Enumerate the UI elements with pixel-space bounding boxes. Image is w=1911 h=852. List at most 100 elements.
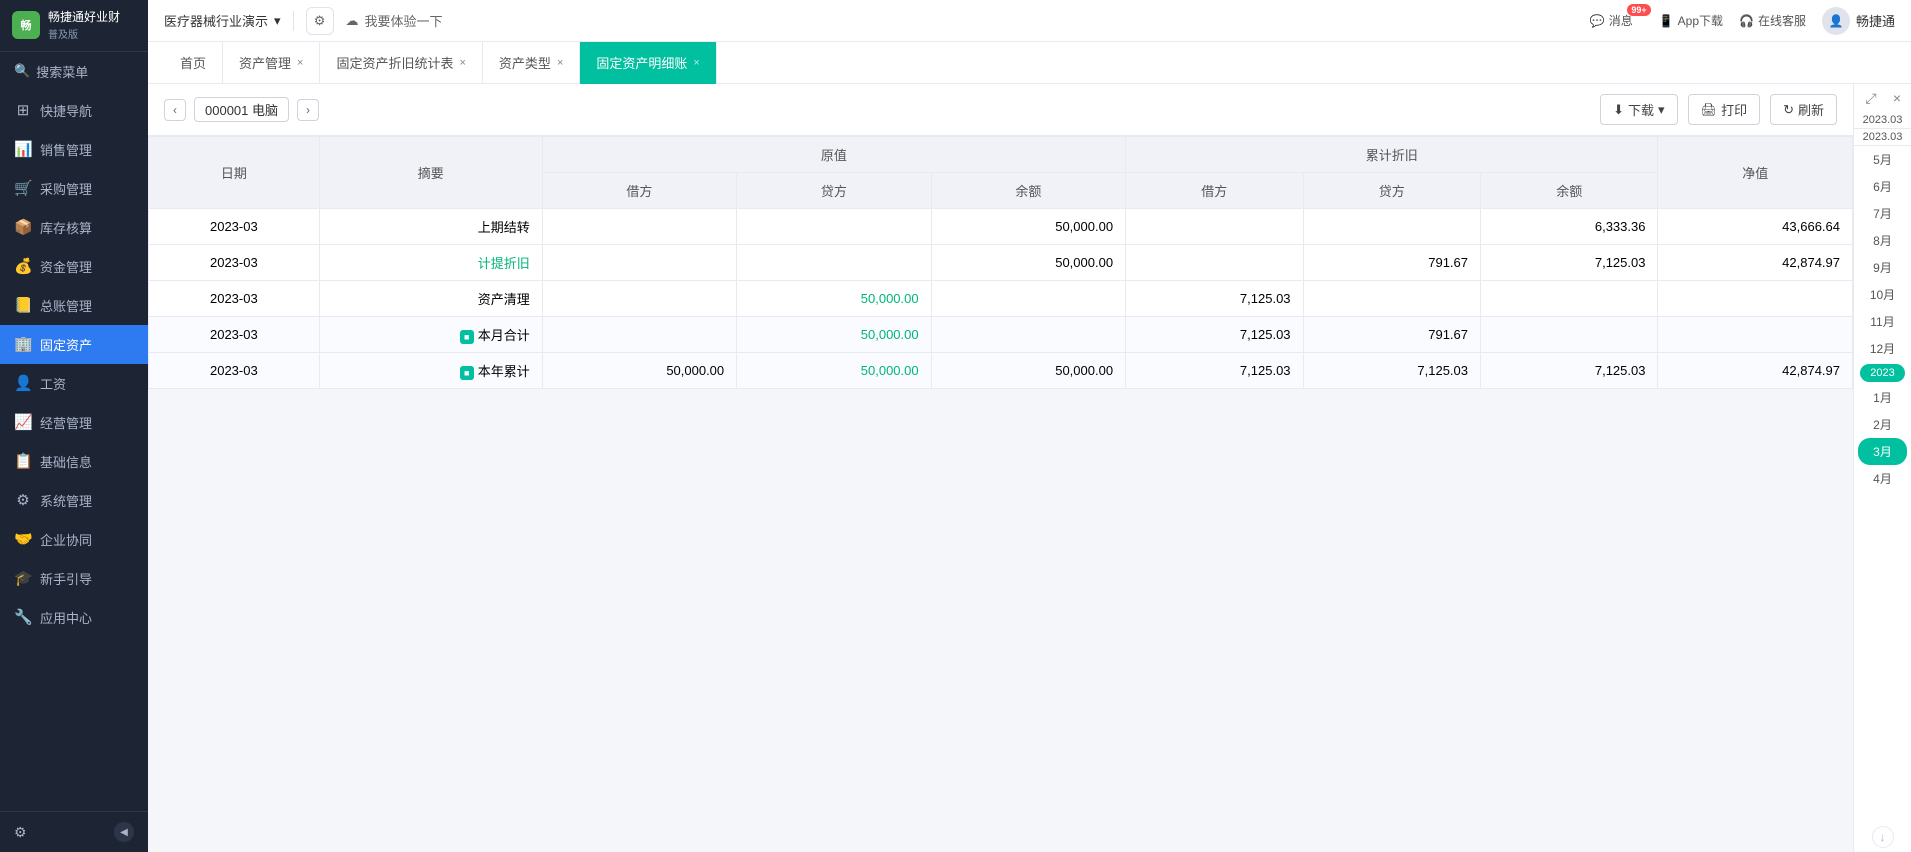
timeline-month-6[interactable]: 6月 bbox=[1854, 173, 1911, 200]
timeline-expand-btn[interactable]: ⤢ bbox=[1861, 88, 1881, 108]
cell-orig-balance bbox=[931, 317, 1125, 353]
timeline-month-2[interactable]: 2月 bbox=[1854, 411, 1911, 438]
cell-acc-credit bbox=[1303, 209, 1480, 245]
sidebar-item-quick-nav[interactable]: ⊞ 快捷导航 bbox=[0, 91, 148, 130]
tab-depreciation-table[interactable]: 固定资产折旧统计表 × bbox=[320, 42, 482, 84]
app-download-btn[interactable]: 📱 App下载 bbox=[1659, 12, 1723, 29]
message-icon: 💬 bbox=[1590, 14, 1605, 28]
col-acc-debit: 借方 bbox=[1126, 173, 1303, 209]
cell-orig-debit bbox=[542, 281, 736, 317]
sidebar-item-ledger[interactable]: 📒 总账管理 bbox=[0, 286, 148, 325]
sidebar-item-purchase[interactable]: 🛒 采购管理 bbox=[0, 169, 148, 208]
col-date: 日期 bbox=[149, 137, 320, 209]
sidebar-label-purchase: 采购管理 bbox=[40, 179, 92, 198]
user-menu[interactable]: 👤 畅捷通 bbox=[1822, 7, 1895, 35]
cell-orig-credit: 50,000.00 bbox=[737, 317, 931, 353]
logo-name: 畅捷通好业财 bbox=[48, 10, 120, 26]
timeline-month-12[interactable]: 12月 bbox=[1854, 335, 1911, 362]
table-row-year-total: 2023-03 ■本年累计 50,000.00 50,000.00 50,000… bbox=[149, 353, 1853, 389]
col-acc-balance: 余额 bbox=[1481, 173, 1658, 209]
prev-asset-btn[interactable]: ‹ bbox=[164, 99, 186, 121]
summary-icon: ■ bbox=[460, 330, 474, 344]
sidebar-item-operations[interactable]: 📈 经营管理 bbox=[0, 403, 148, 442]
sidebar-item-funds[interactable]: 💰 资金管理 bbox=[0, 247, 148, 286]
sidebar-bottom: ⚙ ◀ bbox=[0, 811, 148, 852]
timeline-month-11[interactable]: 11月 bbox=[1854, 308, 1911, 335]
cooperation-icon: 🤝 bbox=[14, 530, 32, 548]
timeline-month-4[interactable]: 4月 bbox=[1854, 465, 1911, 492]
sidebar-item-apps[interactable]: 🔧 应用中心 bbox=[0, 598, 148, 637]
sales-icon: 📊 bbox=[14, 140, 32, 158]
col-net-value: 净值 bbox=[1658, 137, 1853, 209]
col-orig-balance: 余额 bbox=[931, 173, 1125, 209]
main-content: 医疗器械行业演示 ▾ ⚙ ☁ 我要体验一下 💬 消息 99+ 📱 App下载 🎧… bbox=[148, 0, 1911, 852]
tab-asset-detail[interactable]: 固定资产明细账 × bbox=[580, 42, 716, 84]
next-asset-btn[interactable]: › bbox=[297, 99, 319, 121]
experience-btn[interactable]: ☁ 我要体验一下 bbox=[346, 11, 443, 30]
search-label: 搜索菜单 bbox=[36, 62, 88, 81]
timeline-month-1[interactable]: 1月 bbox=[1854, 384, 1911, 411]
tab-home[interactable]: 首页 bbox=[164, 42, 223, 84]
download-toolbar-icon: ⬇ bbox=[1613, 102, 1624, 118]
timeline-close-btn[interactable]: × bbox=[1887, 88, 1907, 108]
cell-acc-debit: 7,125.03 bbox=[1126, 281, 1303, 317]
download-btn[interactable]: ⬇ 下载 ▾ bbox=[1600, 94, 1677, 125]
sidebar-collapse-btn[interactable]: ◀ bbox=[114, 822, 134, 842]
timeline-scroll-down-area: ↓ bbox=[1854, 822, 1911, 852]
sidebar-item-cooperation[interactable]: 🤝 企业协同 bbox=[0, 520, 148, 559]
refresh-btn[interactable]: ↻ 刷新 bbox=[1770, 94, 1837, 125]
settings-gear-btn[interactable]: ⚙ bbox=[306, 7, 334, 35]
avatar: 👤 bbox=[1822, 7, 1850, 35]
fixed-assets-icon: 🏢 bbox=[14, 335, 32, 353]
sidebar: 畅 畅捷通好业财 普及版 🔍 搜索菜单 ⊞ 快捷导航 📊 销售管理 🛒 采购管理… bbox=[0, 0, 148, 852]
timeline-content: 5月 6月 7月 8月 9月 10月 11月 12月 2023 1月 2月 3月… bbox=[1854, 146, 1911, 822]
sidebar-item-system[interactable]: ⚙ 系统管理 bbox=[0, 481, 148, 520]
timeline-month-10[interactable]: 10月 bbox=[1854, 281, 1911, 308]
timeline-month-5[interactable]: 5月 bbox=[1854, 146, 1911, 173]
project-selector[interactable]: 医疗器械行业演示 ▾ bbox=[164, 11, 281, 30]
sidebar-item-payroll[interactable]: 👤 工资 bbox=[0, 364, 148, 403]
tab-asset-mgmt[interactable]: 资产管理 × bbox=[223, 42, 320, 84]
customer-service-btn[interactable]: 🎧 在线客服 bbox=[1739, 12, 1806, 29]
refresh-icon: ↻ bbox=[1783, 102, 1794, 118]
settings-bottom-icon[interactable]: ⚙ bbox=[14, 824, 27, 841]
cell-net-value bbox=[1658, 317, 1853, 353]
timeline-date-end: 2023.03 bbox=[1854, 129, 1911, 146]
timeline-date-start: 2023.03 bbox=[1854, 112, 1911, 129]
avatar-icon: 👤 bbox=[1829, 14, 1844, 28]
cell-acc-debit: 7,125.03 bbox=[1126, 353, 1303, 389]
timeline-month-8[interactable]: 8月 bbox=[1854, 227, 1911, 254]
sidebar-item-guide[interactable]: 🎓 新手引导 bbox=[0, 559, 148, 598]
sidebar-item-fixed-assets[interactable]: 🏢 固定资产 bbox=[0, 325, 148, 364]
system-icon: ⚙ bbox=[14, 491, 32, 509]
tab-asset-detail-close[interactable]: × bbox=[693, 57, 699, 69]
timeline-month-7[interactable]: 7月 bbox=[1854, 200, 1911, 227]
timeline-toolbar: ⤢ × bbox=[1854, 84, 1911, 112]
search-icon: 🔍 bbox=[14, 63, 30, 79]
tab-asset-type-close[interactable]: × bbox=[557, 57, 563, 69]
search-menu[interactable]: 🔍 搜索菜单 bbox=[0, 52, 148, 91]
sidebar-item-basic-info[interactable]: 📋 基础信息 bbox=[0, 442, 148, 481]
cell-acc-credit bbox=[1303, 281, 1480, 317]
cell-acc-balance bbox=[1481, 317, 1658, 353]
cell-orig-debit bbox=[542, 317, 736, 353]
table-row: 2023-03 上期结转 50,000.00 6,333.36 43,666.6… bbox=[149, 209, 1853, 245]
sidebar-label-system: 系统管理 bbox=[40, 491, 92, 510]
cell-orig-balance bbox=[931, 281, 1125, 317]
timeline-month-9[interactable]: 9月 bbox=[1854, 254, 1911, 281]
tab-depreciation-close[interactable]: × bbox=[459, 57, 465, 69]
print-btn[interactable]: 🖨 打印 bbox=[1688, 94, 1761, 125]
basic-info-icon: 📋 bbox=[14, 452, 32, 470]
collapse-icon: ◀ bbox=[120, 827, 128, 838]
cell-summary: 计提折旧 bbox=[319, 245, 542, 281]
tab-asset-type[interactable]: 资产类型 × bbox=[483, 42, 580, 84]
experience-icon: ☁ bbox=[346, 13, 359, 29]
notifications-btn[interactable]: 💬 消息 99+ bbox=[1590, 12, 1643, 29]
timeline-month-3[interactable]: 3月 bbox=[1858, 438, 1907, 465]
download-btn-label: 下载 bbox=[1628, 100, 1654, 119]
logo-sub: 普及版 bbox=[48, 26, 120, 41]
tab-asset-mgmt-close[interactable]: × bbox=[297, 57, 303, 69]
timeline-scroll-down-btn[interactable]: ↓ bbox=[1872, 826, 1894, 848]
sidebar-item-sales[interactable]: 📊 销售管理 bbox=[0, 130, 148, 169]
sidebar-item-inventory[interactable]: 📦 库存核算 bbox=[0, 208, 148, 247]
